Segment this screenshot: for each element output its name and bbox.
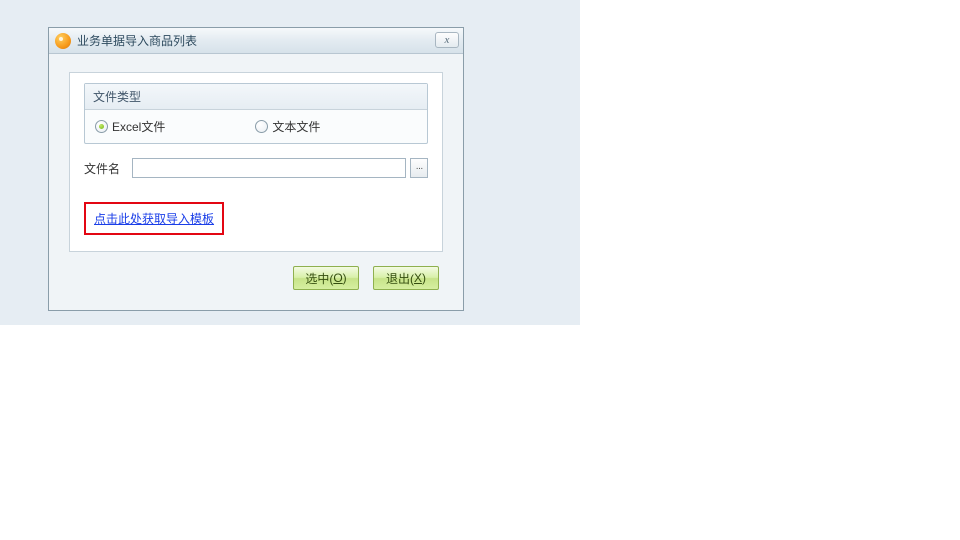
- file-name-row: 文件名 ···: [84, 158, 428, 178]
- app-icon: [55, 33, 71, 49]
- radio-excel-label: Excel文件: [112, 118, 165, 135]
- file-type-options: Excel文件 文本文件: [85, 110, 427, 143]
- radio-icon: [255, 120, 268, 133]
- file-type-header: 文件类型: [85, 84, 427, 110]
- radio-excel[interactable]: Excel文件: [95, 118, 165, 135]
- file-name-label: 文件名: [84, 160, 128, 177]
- radio-text-label: 文本文件: [272, 118, 320, 135]
- file-name-input[interactable]: [132, 158, 406, 178]
- exit-button-label: 退出(: [386, 270, 414, 287]
- select-button-tail: ): [343, 271, 347, 285]
- radio-text[interactable]: 文本文件: [255, 118, 320, 135]
- select-button-label: 选中(: [305, 270, 333, 287]
- import-dialog: 业务单据导入商品列表 x 文件类型 Excel文件 文本文件: [48, 27, 464, 311]
- template-link-highlight: 点击此处获取导入模板: [84, 202, 224, 235]
- select-button-mnemonic: O: [333, 271, 342, 285]
- exit-button-tail: ): [422, 271, 426, 285]
- exit-button-mnemonic: X: [414, 271, 422, 285]
- ellipsis-icon: ···: [416, 163, 423, 174]
- close-icon: x: [445, 34, 450, 46]
- dialog-title: 业务单据导入商品列表: [77, 32, 197, 49]
- dialog-titlebar: 业务单据导入商品列表 x: [49, 28, 463, 54]
- exit-button[interactable]: 退出(X): [373, 266, 439, 290]
- select-button[interactable]: 选中(O): [293, 266, 359, 290]
- browse-button[interactable]: ···: [410, 158, 428, 178]
- dialog-buttons: 选中(O) 退出(X): [69, 252, 443, 296]
- dialog-body: 文件类型 Excel文件 文本文件 文件名 ···: [49, 54, 463, 310]
- radio-icon: [95, 120, 108, 133]
- close-button[interactable]: x: [435, 32, 459, 48]
- get-template-link[interactable]: 点击此处获取导入模板: [94, 212, 214, 226]
- file-type-group: 文件类型 Excel文件 文本文件: [84, 83, 428, 144]
- content-frame: 文件类型 Excel文件 文本文件 文件名 ···: [69, 72, 443, 252]
